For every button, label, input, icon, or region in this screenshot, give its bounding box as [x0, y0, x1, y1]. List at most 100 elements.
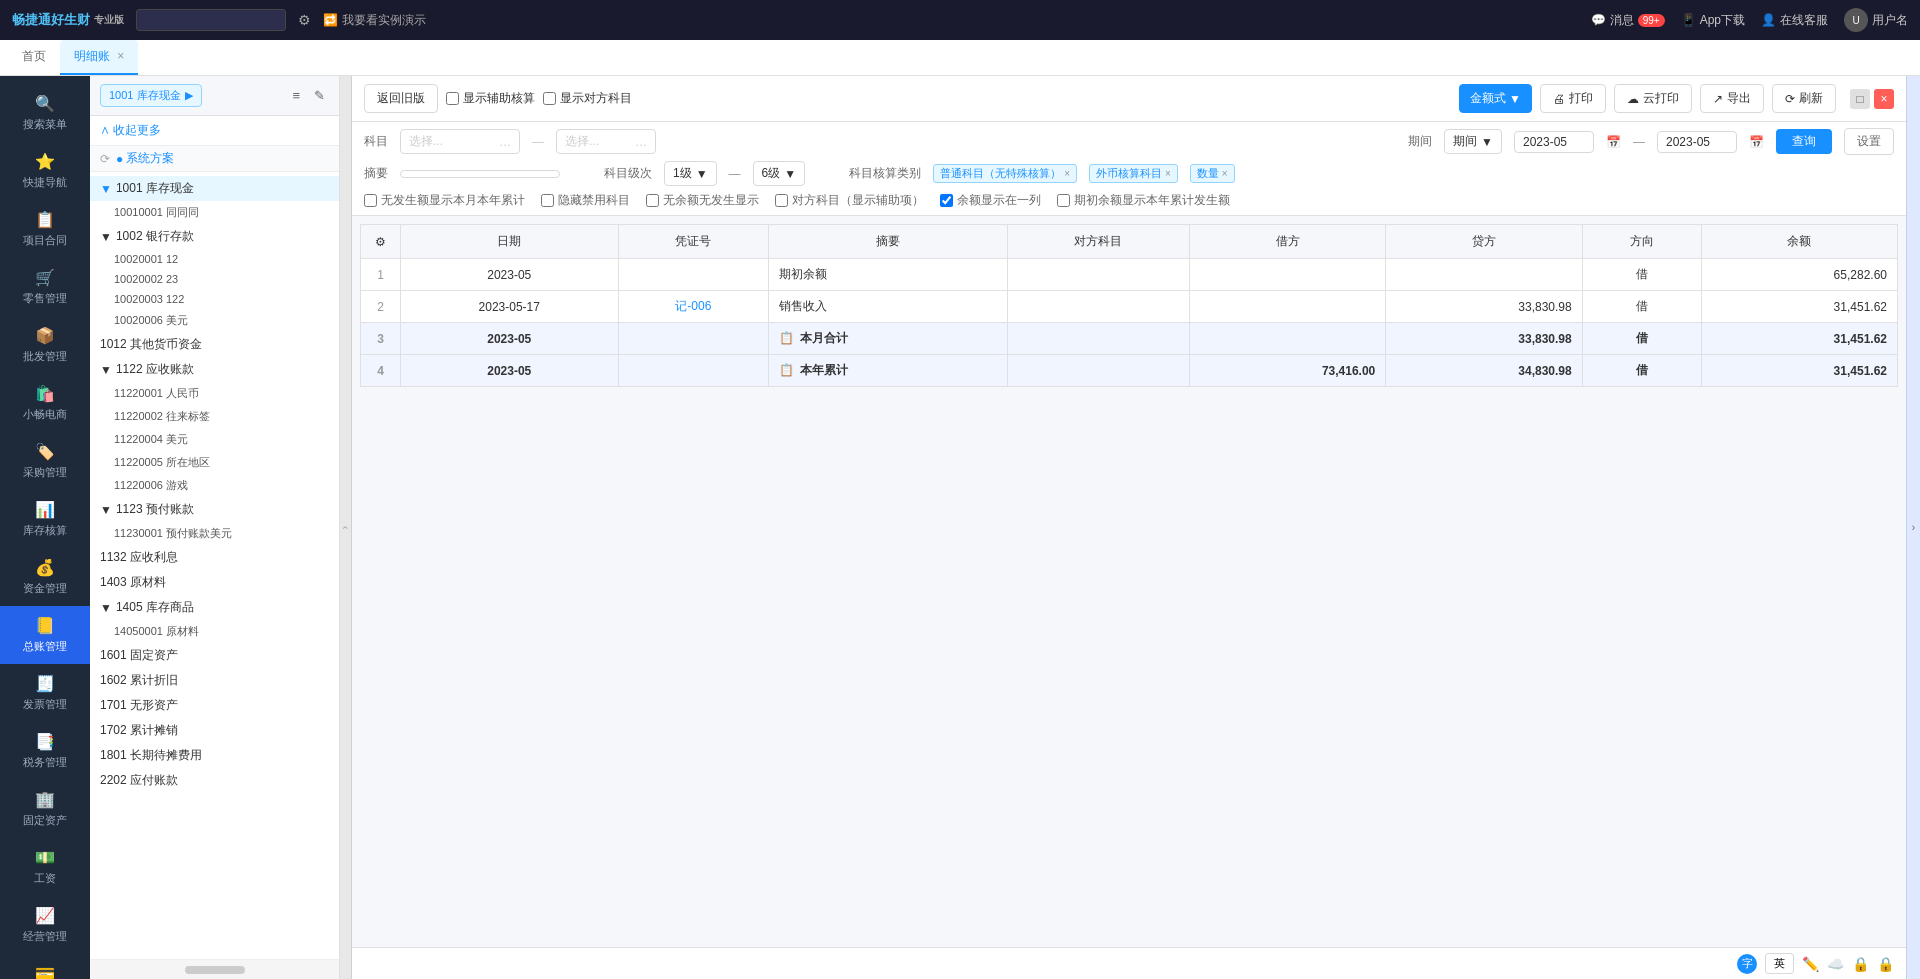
print-btn[interactable]: 🖨 打印	[1540, 84, 1606, 113]
sidebar-item-tax[interactable]: 📑 税务管理	[0, 722, 90, 780]
period-calendar-icon-2[interactable]: 📅	[1749, 135, 1764, 149]
tree-node-1801[interactable]: 1801 长期待摊费用	[90, 743, 339, 768]
tree-node-10020006[interactable]: 10020006 美元	[90, 309, 339, 332]
checkbox-opening-ytd[interactable]: 期初余额显示本年累计发生额	[1057, 192, 1230, 209]
sidebar-item-assets[interactable]: 🏢 固定资产	[0, 780, 90, 838]
return-old-btn[interactable]: 返回旧版	[364, 84, 438, 113]
tree-node-11220005[interactable]: 11220005 所在地区	[90, 451, 339, 474]
sidebar-item-invoice[interactable]: 🧾 发票管理	[0, 664, 90, 722]
tree-node-1701[interactable]: 1701 无形资产	[90, 693, 339, 718]
sidebar-item-fund[interactable]: 💰 资金管理	[0, 548, 90, 606]
checkbox-no-balance-input[interactable]	[364, 194, 377, 207]
sidebar-item-salary[interactable]: 💵 工资	[0, 838, 90, 896]
tree-node-1012[interactable]: 1012 其他货币资金	[90, 332, 339, 357]
sidebar-item-project[interactable]: 📋 项目合同	[0, 200, 90, 258]
query-btn[interactable]: 查询	[1776, 129, 1832, 154]
tree-node-10020001[interactable]: 10020001 12	[90, 249, 339, 269]
search-input[interactable]	[136, 9, 286, 31]
tree-node-1702[interactable]: 1702 累计摊销	[90, 718, 339, 743]
period-type-select[interactable]: 期间 ▼	[1444, 129, 1502, 154]
sidebar-item-ledger[interactable]: 📒 总账管理	[0, 606, 90, 664]
right-side-collapse[interactable]: ›	[1906, 76, 1920, 979]
sidebar-item-ecommerce[interactable]: 🛍️ 小畅电商	[0, 374, 90, 432]
sidebar-item-search[interactable]: 🔍 搜索菜单	[0, 84, 90, 142]
tree-node-1132[interactable]: 1132 应收利息	[90, 545, 339, 570]
demo-link[interactable]: 🔁 我要看实例演示	[323, 12, 426, 29]
tag-close-icon-1[interactable]: ×	[1165, 168, 1171, 179]
cloud-print-btn[interactable]: ☁ 云打印	[1614, 84, 1692, 113]
tree-node-1405[interactable]: ▼ 1405 库存商品	[90, 595, 339, 620]
tab-detail[interactable]: 明细账 ×	[60, 40, 138, 75]
checkbox-balance-one-col-input[interactable]	[940, 194, 953, 207]
tree-node-1403[interactable]: 1403 原材料	[90, 570, 339, 595]
selected-account-display[interactable]: 1001 库存现金 ▶	[100, 84, 202, 107]
cloud-icon[interactable]: ☁️	[1827, 956, 1844, 972]
checkbox-no-balance[interactable]: 无发生额显示本月本年累计	[364, 192, 525, 209]
checkbox-hide-disabled-input[interactable]	[541, 194, 554, 207]
user-area[interactable]: U 用户名	[1844, 8, 1908, 32]
checkbox-balance-one-col[interactable]: 余额显示在一列	[940, 192, 1041, 209]
tree-node-11220001[interactable]: 11220001 人民币	[90, 382, 339, 405]
tree-node-1602[interactable]: 1602 累计折旧	[90, 668, 339, 693]
summary-input[interactable]	[400, 170, 560, 178]
checkbox-contra-aux[interactable]: 对方科目（显示辅助项）	[775, 192, 924, 209]
tag-close-icon-2[interactable]: ×	[1222, 168, 1228, 179]
tree-node-2202[interactable]: 2202 应付账款	[90, 768, 339, 793]
export-btn[interactable]: ↗ 导出	[1700, 84, 1764, 113]
left-panel-hscroll[interactable]	[90, 959, 339, 979]
tree-node-10010001[interactable]: 10010001 同同同	[90, 201, 339, 224]
message-btn[interactable]: 💬 消息 99+	[1591, 12, 1665, 29]
tree-node-11220002[interactable]: 11220002 往来标签	[90, 405, 339, 428]
checkbox-opening-ytd-input[interactable]	[1057, 194, 1070, 207]
tree-node-1123[interactable]: ▼ 1123 预付账款	[90, 497, 339, 522]
tag-close-icon-0[interactable]: ×	[1064, 168, 1070, 179]
lock-icon-1[interactable]: 🔒	[1852, 956, 1869, 972]
tree-node-1002[interactable]: ▼ 1002 银行存款	[90, 224, 339, 249]
sidebar-item-wholesale[interactable]: 📦 批发管理	[0, 316, 90, 374]
tree-node-10020003[interactable]: 10020003 122	[90, 289, 339, 309]
category-tag-0[interactable]: 普通科目（无特殊核算） ×	[933, 164, 1077, 183]
row-voucher-2[interactable]: 记-006	[618, 291, 769, 323]
refresh-btn[interactable]: ⟳ 刷新	[1772, 84, 1836, 113]
tree-node-1122[interactable]: ▼ 1122 应收账款	[90, 357, 339, 382]
checkbox-no-occurrence-input[interactable]	[646, 194, 659, 207]
tree-node-1001[interactable]: ▼ 1001 库存现金	[90, 176, 339, 201]
lock-icon-2[interactable]: 🔒	[1877, 956, 1894, 972]
tree-node-14050001[interactable]: 14050001 原材料	[90, 620, 339, 643]
auxiliary-checkbox-input[interactable]	[446, 92, 459, 105]
scheme-btn[interactable]: ● 系统方案	[116, 150, 174, 167]
tree-nav-icon[interactable]: ≡	[288, 86, 304, 105]
sidebar-item-purchase[interactable]: 🏷️ 采购管理	[0, 432, 90, 490]
subject-input-2[interactable]: 选择... …	[556, 129, 656, 154]
tab-close-icon[interactable]: ×	[117, 49, 124, 63]
period-to-input[interactable]: 2023-05	[1657, 131, 1737, 153]
checkbox-contra-aux-input[interactable]	[775, 194, 788, 207]
period-calendar-icon[interactable]: 📅	[1606, 135, 1621, 149]
subject-input[interactable]: 选择... …	[400, 129, 520, 154]
sidebar-item-retail[interactable]: 🛒 零售管理	[0, 258, 90, 316]
checkbox-no-occurrence[interactable]: 无余额无发生显示	[646, 192, 759, 209]
sidebar-item-quick-nav[interactable]: ⭐ 快捷导航	[0, 142, 90, 200]
app-download-btn[interactable]: 📱 App下载	[1681, 12, 1745, 29]
format-dropdown[interactable]: 金额式 ▼	[1459, 84, 1532, 113]
online-service-btn[interactable]: 👤 在线客服	[1761, 12, 1828, 29]
sidebar-item-expense[interactable]: 💳 小畅报销	[0, 954, 90, 979]
sidebar-item-inventory[interactable]: 📊 库存核算	[0, 490, 90, 548]
tree-node-1601[interactable]: 1601 固定资产	[90, 643, 339, 668]
level-to-select[interactable]: 6级 ▼	[753, 161, 806, 186]
tree-node-11230001[interactable]: 11230001 预付账款美元	[90, 522, 339, 545]
settings-icon[interactable]: ⚙	[298, 12, 311, 28]
collapse-filter-btn[interactable]: ∧ 收起更多	[100, 122, 161, 139]
checkbox-hide-disabled[interactable]: 隐藏禁用科目	[541, 192, 630, 209]
tab-home[interactable]: 首页	[8, 40, 60, 75]
contra-checkbox-input[interactable]	[543, 92, 556, 105]
lang-btn[interactable]: 英	[1765, 953, 1794, 974]
tree-node-11220004[interactable]: 11220004 美元	[90, 428, 339, 451]
edit-icon[interactable]: ✏️	[1802, 956, 1819, 972]
voucher-link-2[interactable]: 记-006	[675, 299, 711, 313]
tree-node-10020002[interactable]: 10020002 23	[90, 269, 339, 289]
category-tag-2[interactable]: 数量 ×	[1190, 164, 1235, 183]
category-tag-1[interactable]: 外币核算科目 ×	[1089, 164, 1178, 183]
translate-icon[interactable]: 字	[1737, 954, 1757, 974]
close-btn[interactable]: ×	[1874, 89, 1894, 109]
